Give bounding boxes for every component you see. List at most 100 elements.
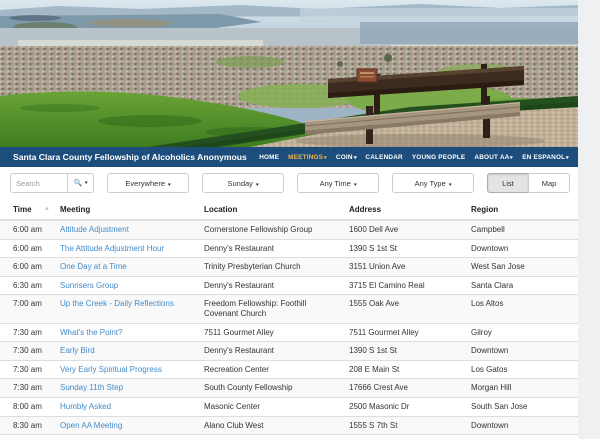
- navbar: Santa Clara County Fellowship of Alcohol…: [0, 147, 578, 167]
- chevron-down-icon: ▾: [448, 181, 452, 188]
- list-view-button[interactable]: List: [487, 173, 529, 193]
- hero-image: [0, 0, 578, 147]
- cell-location: Masonic Center: [200, 396, 345, 417]
- meeting-link[interactable]: Up the Creek - Daily Reflections: [60, 299, 174, 308]
- view-toggle: List Map: [487, 173, 571, 193]
- cell-region: Downtown: [467, 341, 578, 361]
- cell-meeting: Very Early Spiritual Progress: [56, 359, 200, 379]
- cell-address: 3151 Union Ave: [345, 257, 467, 277]
- cell-address: 1555 Oak Ave: [345, 294, 467, 324]
- meeting-row: 6:00 am Attitude Adjustment Cornerstone …: [0, 219, 578, 240]
- meeting-row: 7:00 am Up the Creek - Daily Reflections…: [0, 294, 578, 324]
- nav-item-meetings[interactable]: MEETINGS▾: [288, 154, 327, 161]
- cell-address: 3715 El Camino Real: [345, 275, 467, 295]
- cell-region: Los Gatos: [467, 359, 578, 379]
- cell-location: Cornerstone Fellowship Group: [200, 219, 345, 240]
- meeting-link[interactable]: Sunrisers Group: [60, 281, 118, 290]
- sort-asc-icon: ▲: [44, 206, 50, 212]
- chevron-down-icon: ▾: [353, 181, 357, 188]
- cell-address: 208 E Main St: [345, 359, 467, 379]
- column-header-location[interactable]: Location: [200, 200, 345, 221]
- cell-region: Gilroy: [467, 322, 578, 342]
- cell-location: Alano Club of San Jose: [200, 434, 345, 439]
- cell-meeting: Up the Creek - Daily Reflections: [56, 294, 200, 324]
- cell-region: Morgan Hill: [467, 378, 578, 398]
- meeting-link[interactable]: The Attitude Adjustment Hour: [60, 244, 164, 253]
- filter-toolbar: 🔍▾ Everywhere ▾ Sunday ▾ Any Time ▾ Any Typ…: [0, 167, 578, 199]
- column-header-time[interactable]: Time ▲: [0, 200, 56, 221]
- cell-meeting: The Attitude Adjustment Hour: [56, 238, 200, 258]
- meeting-link[interactable]: Sunday 11th Step: [60, 383, 123, 392]
- cell-address: 1600 Dell Ave: [345, 219, 467, 240]
- hero-valley-photo: [0, 0, 578, 147]
- cell-region: Los Altos: [467, 294, 578, 324]
- filter-dropdown-sunday[interactable]: Sunday ▾: [202, 173, 284, 193]
- cell-address: 1390 S 1st St: [345, 238, 467, 258]
- filter-dropdown-any-type[interactable]: Any Type ▾: [392, 173, 474, 193]
- column-header-address[interactable]: Address: [345, 200, 467, 221]
- cell-location: Alano Club West: [200, 415, 345, 435]
- chevron-down-icon: ▾: [323, 154, 328, 161]
- filter-dropdowns: Everywhere ▾ Sunday ▾ Any Time ▾ Any Type ▾: [107, 173, 474, 193]
- column-header-region[interactable]: Region: [467, 200, 578, 221]
- table-header-row: Time ▲ Meeting Location Address Region: [0, 200, 578, 221]
- cell-meeting: Cup of Coffee Group: [56, 434, 200, 439]
- search-input[interactable]: [10, 173, 68, 193]
- chevron-down-icon: ▾: [353, 154, 357, 161]
- meeting-link[interactable]: Early Bird: [60, 346, 95, 355]
- meeting-link[interactable]: What's the Point?: [60, 328, 122, 337]
- cell-meeting: Attitude Adjustment: [56, 219, 200, 240]
- map-view-button[interactable]: Map: [528, 173, 570, 193]
- cell-region: Downtown: [467, 238, 578, 258]
- cell-meeting: Open AA Meeting: [56, 415, 200, 435]
- cell-location: Denny's Restaurant: [200, 275, 345, 295]
- cell-time: 6:00 am: [0, 219, 56, 240]
- cell-meeting: Humbly Asked: [56, 396, 200, 417]
- nav-item-home[interactable]: HOME: [259, 154, 279, 161]
- filter-dropdown-any-time[interactable]: Any Time ▾: [297, 173, 379, 193]
- nav-item-calendar[interactable]: CALENDAR: [365, 154, 402, 161]
- meeting-row: 6:00 am One Day at a Time Trinity Presby…: [0, 257, 578, 277]
- search-group: 🔍▾: [10, 173, 94, 193]
- filter-dropdown-everywhere[interactable]: Everywhere ▾: [107, 173, 189, 193]
- meeting-link[interactable]: Open AA Meeting: [60, 421, 122, 430]
- nav-item-young-people[interactable]: YOUNG PEOPLE: [412, 154, 466, 161]
- nav-item-coin[interactable]: COIN▾: [336, 154, 357, 161]
- meeting-link[interactable]: Very Early Spiritual Progress: [60, 365, 162, 374]
- cell-time: 7:30 am: [0, 322, 56, 342]
- cell-region: South San Jose: [467, 396, 578, 417]
- meeting-link[interactable]: Attitude Adjustment: [60, 225, 129, 234]
- nav-item-about-aa[interactable]: ABOUT AA▾: [474, 154, 513, 161]
- cell-time: 8:30 am: [0, 415, 56, 435]
- meeting-row: 7:30 am Early Bird Denny's Restaurant 13…: [0, 341, 578, 361]
- cell-time: 6:00 am: [0, 238, 56, 258]
- cell-location: South County Fellowship: [200, 378, 345, 398]
- meeting-row: 8:30 am Cup of Coffee Group Alano Club o…: [0, 434, 578, 439]
- cell-address: 2500 Masonic Dr: [345, 396, 467, 417]
- cell-region: Campbell: [467, 219, 578, 240]
- cell-address: 1122 Fair Ave: [345, 434, 467, 439]
- meetings-table: Time ▲ Meeting Location Address Region 6:00 a…: [0, 200, 578, 439]
- cell-meeting: Sunrisers Group: [56, 275, 200, 295]
- meeting-row: 8:00 am Humbly Asked Masonic Center 2500…: [0, 396, 578, 417]
- search-mode-button[interactable]: 🔍 ▾: [68, 173, 94, 193]
- cell-address: 17666 Crest Ave: [345, 378, 467, 398]
- cell-region: West San Jose: [467, 257, 578, 277]
- column-header-meeting[interactable]: Meeting: [56, 200, 200, 221]
- cell-location: 7511 Gourmet Alley: [200, 322, 345, 342]
- chevron-down-icon: ▾: [566, 154, 570, 161]
- cell-time: 6:00 am: [0, 257, 56, 277]
- meeting-link[interactable]: One Day at a Time: [60, 262, 127, 271]
- meeting-row: 7:30 am Very Early Spiritual Progress Re…: [0, 359, 578, 379]
- meeting-row: 7:30 am What's the Point? 7511 Gourmet A…: [0, 322, 578, 342]
- chevron-down-icon: ▾: [255, 181, 259, 188]
- cell-time: 7:30 am: [0, 341, 56, 361]
- site-title[interactable]: Santa Clara County Fellowship of Alcohol…: [13, 152, 247, 162]
- cell-region: Downtown: [467, 415, 578, 435]
- cell-location: Denny's Restaurant: [200, 341, 345, 361]
- chevron-down-icon: ▾: [84, 180, 88, 186]
- chevron-down-icon: ▾: [510, 154, 514, 161]
- cell-time: 8:30 am: [0, 434, 56, 439]
- meeting-link[interactable]: Humbly Asked: [60, 402, 111, 411]
- nav-item-en-espanol[interactable]: EN ESPANOL▾: [522, 154, 569, 161]
